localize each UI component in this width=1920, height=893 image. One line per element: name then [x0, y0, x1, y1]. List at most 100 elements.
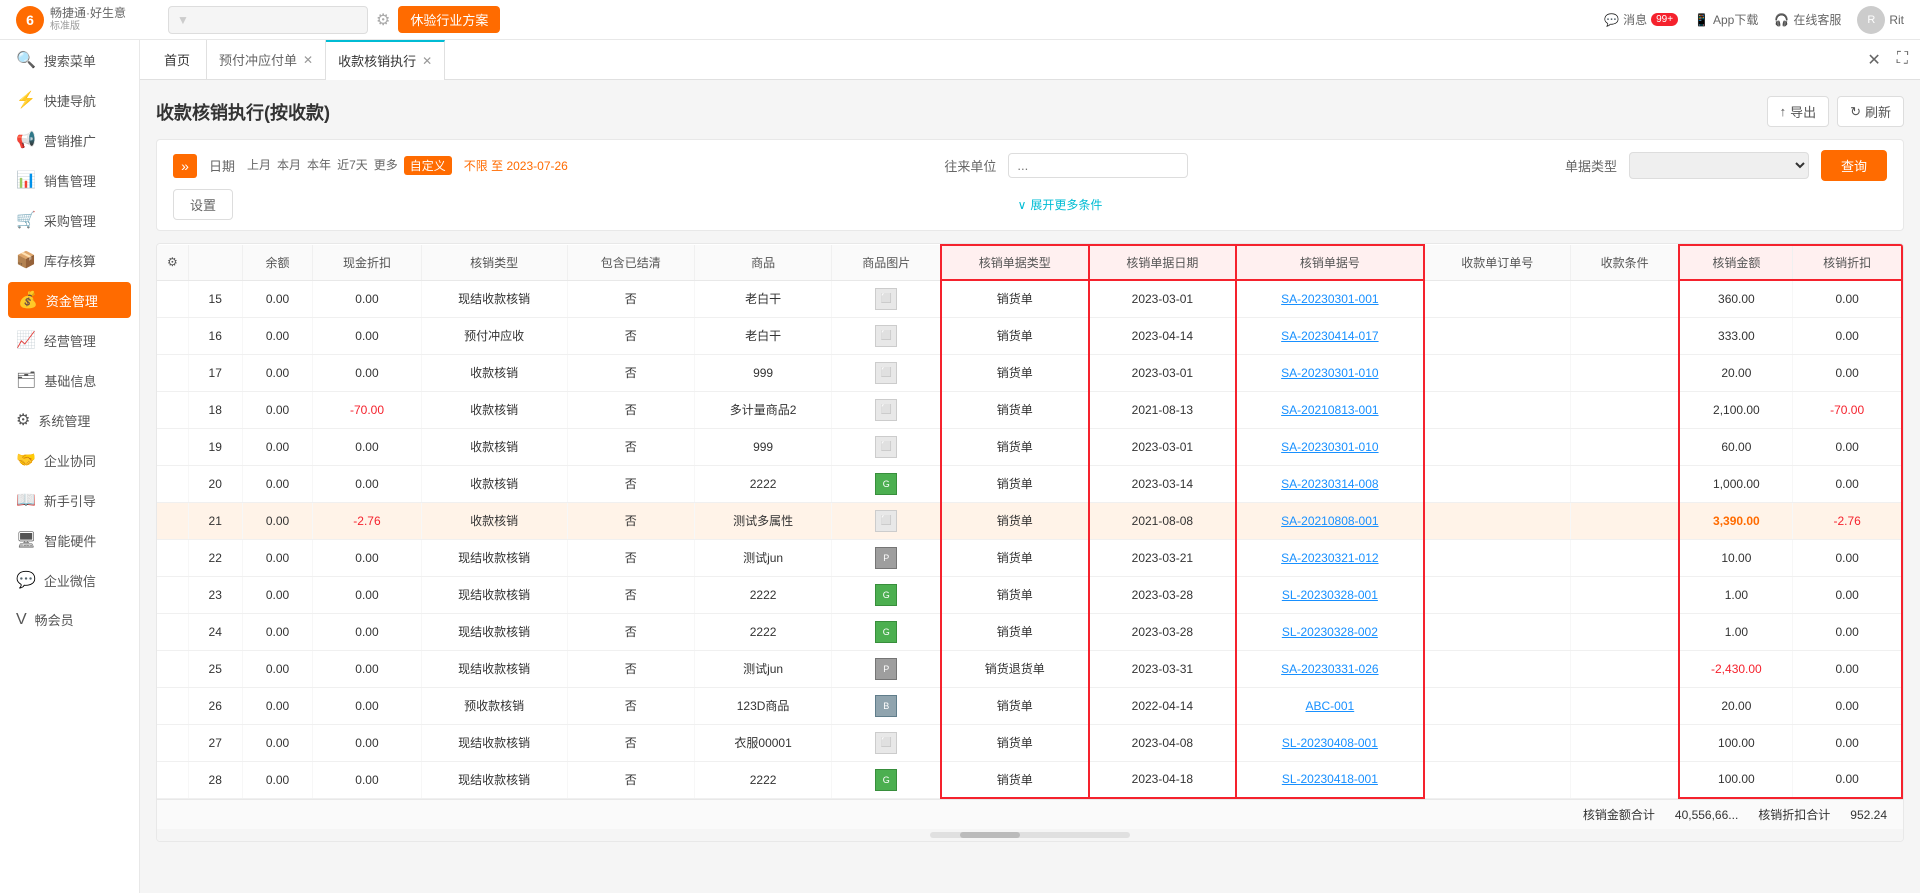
filter-collapse-btn[interactable]: »: [173, 154, 197, 178]
date-this-year[interactable]: 本年: [307, 156, 331, 175]
td-goods: 999: [694, 354, 832, 391]
online-service[interactable]: 🎧 在线客服: [1774, 11, 1841, 28]
th-goods-image: 商品图片: [832, 245, 941, 280]
sidebar-item-guide[interactable]: 📖 新手引导: [0, 480, 139, 520]
sidebar-item-quicknav[interactable]: ⚡ 快捷导航: [0, 80, 139, 120]
td-receipt-order: [1424, 613, 1571, 650]
tab-prepay[interactable]: 预付冲应付单 ✕: [207, 40, 326, 80]
table-row: 21 0.00 -2.76 收款核销 否 测试多属性 ⬜ 销货单 2021-08…: [157, 502, 1902, 539]
tab-close-receipt[interactable]: ✕: [422, 54, 432, 68]
sidebar-item-marketing[interactable]: 📢 营销推广: [0, 120, 139, 160]
td-receipt-cond: [1570, 391, 1679, 428]
date-7days[interactable]: 近7天: [337, 156, 368, 175]
td-goods: 123D商品: [694, 687, 832, 724]
date-last-month[interactable]: 上月: [247, 156, 271, 175]
td-voucher-no[interactable]: SA-20210813-001: [1236, 391, 1423, 428]
filter-bar: » 日期 上月 本月 本年 近7天 更多 自定义 不限 至 2023-07-26…: [156, 139, 1904, 231]
sidebar-item-finance[interactable]: 💰 资金管理: [8, 282, 131, 318]
td-write-off-discount: -70.00: [1793, 391, 1902, 428]
tab-close-prepay[interactable]: ✕: [303, 53, 313, 67]
table-row: 18 0.00 -70.00 收款核销 否 多计量商品2 ⬜ 销货单 2021-…: [157, 391, 1902, 428]
td-voucher-no[interactable]: SL-20230408-001: [1236, 724, 1423, 761]
td-voucher-no[interactable]: SA-20230321-012: [1236, 539, 1423, 576]
td-voucher-date: 2023-04-08: [1089, 724, 1237, 761]
voucher-type-select[interactable]: [1629, 152, 1809, 179]
tab-expand-btn[interactable]: ⛶: [1893, 46, 1912, 74]
sidebar-item-hardware[interactable]: 🖥 智能硬件: [0, 520, 139, 560]
td-voucher-no[interactable]: SA-20210808-001: [1236, 502, 1423, 539]
td-write-off-amount: 60.00: [1679, 428, 1792, 465]
table-row: 26 0.00 0.00 预收款核销 否 123D商品 B 销货单 2022-0…: [157, 687, 1902, 724]
counterpart-input[interactable]: [1008, 153, 1188, 178]
sidebar-item-label: 采购管理: [44, 211, 96, 230]
sidebar-item-search[interactable]: 🔍 搜索菜单: [0, 40, 139, 80]
sidebar-item-purchase[interactable]: 🛒 采购管理: [0, 200, 139, 240]
td-goods-image: G: [832, 465, 941, 502]
refresh-btn[interactable]: ↻ 刷新: [1837, 96, 1904, 127]
industry-btn[interactable]: 休验行业方案: [398, 6, 500, 33]
td-voucher-no[interactable]: SA-20230301-001: [1236, 280, 1423, 317]
th-gear[interactable]: ⚙: [157, 245, 188, 280]
sidebar-item-management[interactable]: 📈 经营管理: [0, 320, 139, 360]
table-row: 15 0.00 0.00 现结收款核销 否 老白干 ⬜ 销货单 2023-03-…: [157, 280, 1902, 317]
search-bar[interactable]: ▼: [168, 6, 368, 34]
td-cash-discount: 0.00: [313, 724, 421, 761]
td-included-settled: 否: [567, 354, 694, 391]
td-included-settled: 否: [567, 465, 694, 502]
table-row: 27 0.00 0.00 现结收款核销 否 衣服00001 ⬜ 销货单 2023…: [157, 724, 1902, 761]
td-seq: 15: [188, 280, 242, 317]
app-download[interactable]: 📱 App下载: [1694, 11, 1758, 28]
td-write-off-discount: 0.00: [1793, 539, 1902, 576]
sidebar-item-inventory[interactable]: 📦 库存核算: [0, 240, 139, 280]
td-goods: 测试多属性: [694, 502, 832, 539]
td-write-off-amount: 360.00: [1679, 280, 1792, 317]
expand-btn[interactable]: ∨ 展开更多条件: [1018, 196, 1103, 213]
td-gear: [157, 465, 188, 502]
user-name[interactable]: R Rit: [1857, 6, 1904, 34]
sidebar-item-member[interactable]: V 畅会员: [0, 600, 139, 639]
td-gear: [157, 576, 188, 613]
tab-receipt[interactable]: 收款核销执行 ✕: [326, 40, 445, 80]
td-receipt-order: [1424, 354, 1571, 391]
td-gear: [157, 761, 188, 798]
scrollbar[interactable]: [157, 829, 1903, 841]
message-item[interactable]: 💬 消息 99+: [1604, 11, 1678, 28]
td-voucher-type: 销货单: [941, 502, 1089, 539]
td-voucher-no[interactable]: SA-20230414-017: [1236, 317, 1423, 354]
td-goods: 测试jun: [694, 650, 832, 687]
td-voucher-no[interactable]: SA-20230314-008: [1236, 465, 1423, 502]
td-gear: [157, 724, 188, 761]
tab-home[interactable]: 首页: [148, 40, 207, 80]
td-voucher-no[interactable]: SL-20230418-001: [1236, 761, 1423, 798]
date-more[interactable]: 更多: [374, 156, 398, 175]
logo: 6 畅捷通·好生意 标准版: [16, 6, 156, 34]
tab-close-all-btn[interactable]: ✕: [1863, 46, 1884, 74]
export-btn[interactable]: ↑ 导出: [1767, 96, 1830, 127]
td-write-off-amount: 10.00: [1679, 539, 1792, 576]
td-goods: 测试jun: [694, 539, 832, 576]
td-receipt-cond: [1570, 317, 1679, 354]
td-write-off-amount: 1.00: [1679, 576, 1792, 613]
td-voucher-no[interactable]: SL-20230328-002: [1236, 613, 1423, 650]
td-voucher-no[interactable]: SA-20230331-026: [1236, 650, 1423, 687]
date-this-month[interactable]: 本月: [277, 156, 301, 175]
sidebar-item-basic[interactable]: 🗂 基础信息: [0, 360, 139, 400]
sidebar-item-sales[interactable]: 📊 销售管理: [0, 160, 139, 200]
gear-icon[interactable]: ⚙: [376, 10, 390, 30]
table-row: 17 0.00 0.00 收款核销 否 999 ⬜ 销货单 2023-03-01…: [157, 354, 1902, 391]
sidebar-item-wechat[interactable]: 💬 企业微信: [0, 560, 139, 600]
td-voucher-no[interactable]: SL-20230328-001: [1236, 576, 1423, 613]
date-custom[interactable]: 自定义: [404, 156, 452, 175]
sidebar-item-system[interactable]: ⚙ 系统管理: [0, 400, 139, 440]
td-balance: 0.00: [242, 576, 313, 613]
td-voucher-no[interactable]: SA-20230301-010: [1236, 354, 1423, 391]
td-balance: 0.00: [242, 280, 313, 317]
filter-row-1: » 日期 上月 本月 本年 近7天 更多 自定义 不限 至 2023-07-26…: [173, 150, 1887, 181]
td-write-off-discount: 0.00: [1793, 687, 1902, 724]
td-voucher-no[interactable]: ABC-001: [1236, 687, 1423, 724]
th-receipt-order: 收款单订单号: [1424, 245, 1571, 280]
search-btn[interactable]: 查询: [1821, 150, 1887, 181]
td-voucher-no[interactable]: SA-20230301-010: [1236, 428, 1423, 465]
setting-btn[interactable]: 设置: [173, 189, 233, 220]
sidebar-item-collab[interactable]: 🤝 企业协同: [0, 440, 139, 480]
